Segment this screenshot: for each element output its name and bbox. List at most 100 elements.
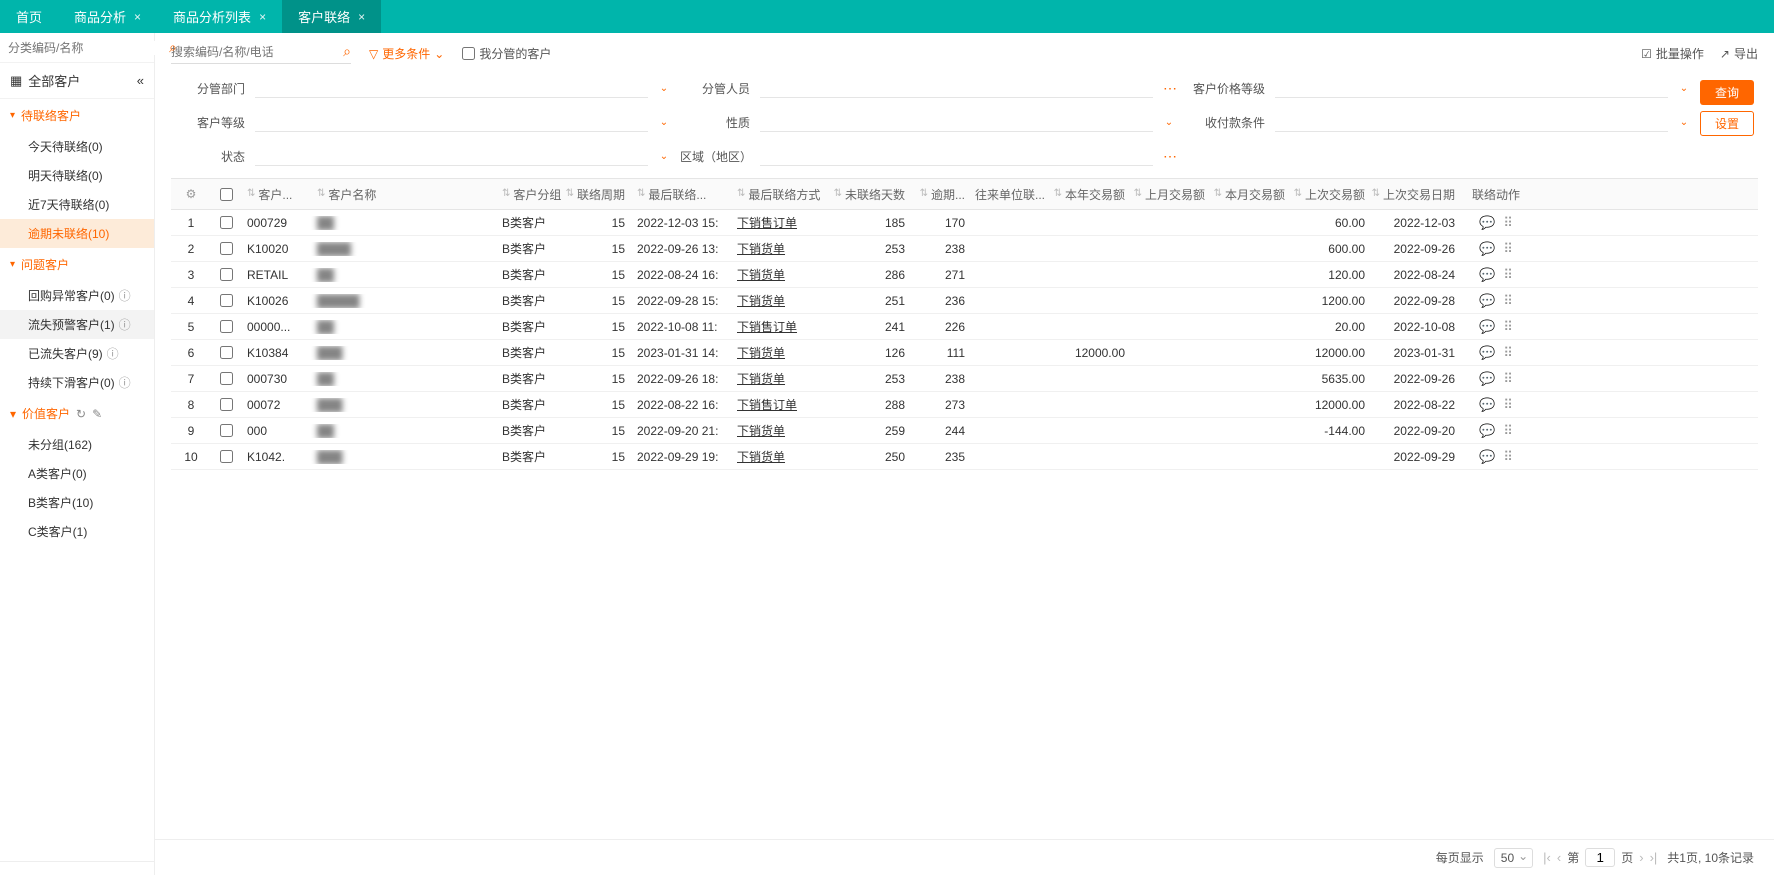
row-checkbox[interactable] — [220, 242, 233, 255]
chevron-down-icon[interactable]: ⌄ — [1678, 83, 1690, 94]
close-icon[interactable]: × — [358, 10, 365, 24]
tab-1[interactable]: 商品分析× — [58, 0, 157, 33]
collapse-icon[interactable]: « — [137, 73, 144, 88]
row-checkbox[interactable] — [220, 294, 233, 307]
refresh-icon[interactable]: ↻ — [76, 407, 86, 421]
table-row[interactable]: 1000729██B类客户152022-12-03 15:下销售订单185170… — [171, 210, 1758, 236]
cell-lastway-link[interactable]: 下销货单 — [731, 370, 831, 387]
row-checkbox[interactable] — [220, 346, 233, 359]
row-checkbox[interactable] — [220, 268, 233, 281]
page-input[interactable] — [1585, 848, 1615, 867]
my-customers-input[interactable] — [462, 47, 475, 60]
more-icon[interactable]: ⋯ — [1163, 80, 1175, 97]
table-scrollbar[interactable] — [171, 827, 1758, 839]
filter-level-input[interactable] — [255, 112, 648, 132]
chat-icon[interactable]: 💬 — [1479, 241, 1495, 257]
cell-lastway-link[interactable]: 下销售订单 — [731, 214, 831, 231]
col-code[interactable]: ⇅客户... — [241, 186, 311, 203]
chevron-down-icon[interactable]: ⌄ — [1678, 117, 1690, 128]
col-thism[interactable]: ⇅本月交易额 — [1211, 186, 1291, 203]
sidebar-item[interactable]: 明天待联络(0) — [0, 161, 154, 190]
chevron-down-icon[interactable]: ⌄ — [658, 83, 670, 94]
sidebar-item[interactable]: C类客户(1) — [0, 517, 154, 546]
filter-status-input[interactable] — [255, 146, 648, 166]
last-page-icon[interactable]: ›| — [1650, 850, 1658, 865]
row-checkbox[interactable] — [220, 424, 233, 437]
col-lasttime[interactable]: ⇅最后联络... — [631, 186, 731, 203]
edit-icon[interactable]: ✎ — [92, 407, 102, 421]
chat-icon[interactable]: 💬 — [1479, 397, 1495, 413]
more-conditions[interactable]: ▽ 更多条件 ⌄ — [369, 45, 444, 62]
sidebar-group-title[interactable]: ▾待联络客户 — [0, 99, 154, 132]
select-all-checkbox[interactable] — [220, 188, 233, 201]
table-row[interactable]: 3RETAIL██B类客户152022-08-24 16:下销货单2862711… — [171, 262, 1758, 288]
more-icon[interactable]: ⠿ — [1503, 241, 1513, 257]
row-checkbox[interactable] — [220, 450, 233, 463]
tab-2[interactable]: 商品分析列表× — [157, 0, 282, 33]
table-row[interactable]: 9000██B类客户152022-09-20 21:下销货单259244-144… — [171, 418, 1758, 444]
filter-payment-input[interactable] — [1275, 112, 1668, 132]
prev-page-icon[interactable]: ‹ — [1557, 850, 1561, 865]
sidebar-item[interactable]: 未分组(162) — [0, 430, 154, 459]
cell-lastway-link[interactable]: 下销售订单 — [731, 318, 831, 335]
help-icon[interactable]: ⓘ — [119, 316, 131, 333]
settings-button[interactable]: 设置 — [1700, 111, 1754, 136]
sidebar-search-input[interactable] — [8, 41, 163, 55]
table-row[interactable]: 2K10020████B类客户152022-09-26 13:下销货单25323… — [171, 236, 1758, 262]
perpage-select[interactable]: 50 — [1494, 848, 1533, 868]
more-icon[interactable]: ⠿ — [1503, 215, 1513, 231]
sidebar-item[interactable]: 流失预警客户(1)ⓘ — [0, 310, 154, 339]
filter-price-input[interactable] — [1275, 78, 1668, 98]
filter-region-input[interactable] — [760, 146, 1153, 166]
close-icon[interactable]: × — [259, 10, 266, 24]
table-row[interactable]: 6K10384███B类客户152023-01-31 14:下销货单126111… — [171, 340, 1758, 366]
col-days[interactable]: ⇅未联络天数 — [831, 186, 911, 203]
filter-dept-input[interactable] — [255, 78, 648, 98]
sidebar-item[interactable]: 近7天待联络(0) — [0, 190, 154, 219]
help-icon[interactable]: ⓘ — [119, 374, 131, 391]
more-icon[interactable]: ⠿ — [1503, 267, 1513, 283]
filter-person-input[interactable] — [760, 78, 1153, 98]
cell-lastway-link[interactable]: 下销货单 — [731, 292, 831, 309]
chat-icon[interactable]: 💬 — [1479, 215, 1495, 231]
col-unit[interactable]: 往来单位联... — [971, 186, 1051, 203]
sidebar-item[interactable]: 逾期未联络(10) — [0, 219, 154, 248]
search-icon[interactable]: ⌕ — [169, 39, 177, 56]
sidebar-item[interactable]: 持续下滑客户(0)ⓘ — [0, 368, 154, 397]
table-row[interactable]: 500000...██B类客户152022-10-08 11:下销售订单2412… — [171, 314, 1758, 340]
chevron-down-icon[interactable]: ⌄ — [1163, 117, 1175, 128]
chat-icon[interactable]: 💬 — [1479, 449, 1495, 465]
more-icon[interactable]: ⠿ — [1503, 319, 1513, 335]
sidebar-group-title[interactable]: ▾问题客户 — [0, 248, 154, 281]
chevron-down-icon[interactable]: ⌄ — [658, 117, 670, 128]
gear-icon[interactable]: ⚙ — [171, 187, 211, 201]
row-checkbox[interactable] — [220, 216, 233, 229]
table-row[interactable]: 4K10026█████B类客户152022-09-28 15:下销货单2512… — [171, 288, 1758, 314]
sidebar-item[interactable]: 已流失客户(9)ⓘ — [0, 339, 154, 368]
export-action[interactable]: ↗导出 — [1720, 45, 1758, 62]
sidebar-scrollbar[interactable] — [0, 861, 154, 875]
close-icon[interactable]: × — [134, 10, 141, 24]
sidebar-item[interactable]: A类客户(0) — [0, 459, 154, 488]
more-icon[interactable]: ⠿ — [1503, 345, 1513, 361]
sidebar-item[interactable]: B类客户(10) — [0, 488, 154, 517]
table-row[interactable]: 7000730██B类客户152022-09-26 18:下销货单2532385… — [171, 366, 1758, 392]
col-name[interactable]: ⇅客户名称 — [311, 186, 496, 203]
cell-lastway-link[interactable]: 下销货单 — [731, 266, 831, 283]
more-icon[interactable]: ⋯ — [1163, 148, 1175, 165]
query-button[interactable]: 查询 — [1700, 80, 1754, 105]
more-icon[interactable]: ⠿ — [1503, 293, 1513, 309]
more-icon[interactable]: ⠿ — [1503, 423, 1513, 439]
batch-action[interactable]: ☑批量操作 — [1641, 45, 1704, 62]
col-group[interactable]: ⇅客户分组 — [496, 186, 561, 203]
chat-icon[interactable]: 💬 — [1479, 267, 1495, 283]
row-checkbox[interactable] — [220, 398, 233, 411]
more-icon[interactable]: ⠿ — [1503, 449, 1513, 465]
more-icon[interactable]: ⠿ — [1503, 371, 1513, 387]
chat-icon[interactable]: 💬 — [1479, 319, 1495, 335]
row-checkbox[interactable] — [220, 372, 233, 385]
chevron-down-icon[interactable]: ⌄ — [658, 151, 670, 162]
row-checkbox[interactable] — [220, 320, 233, 333]
col-lastm[interactable]: ⇅上月交易额 — [1131, 186, 1211, 203]
next-page-icon[interactable]: › — [1639, 850, 1643, 865]
